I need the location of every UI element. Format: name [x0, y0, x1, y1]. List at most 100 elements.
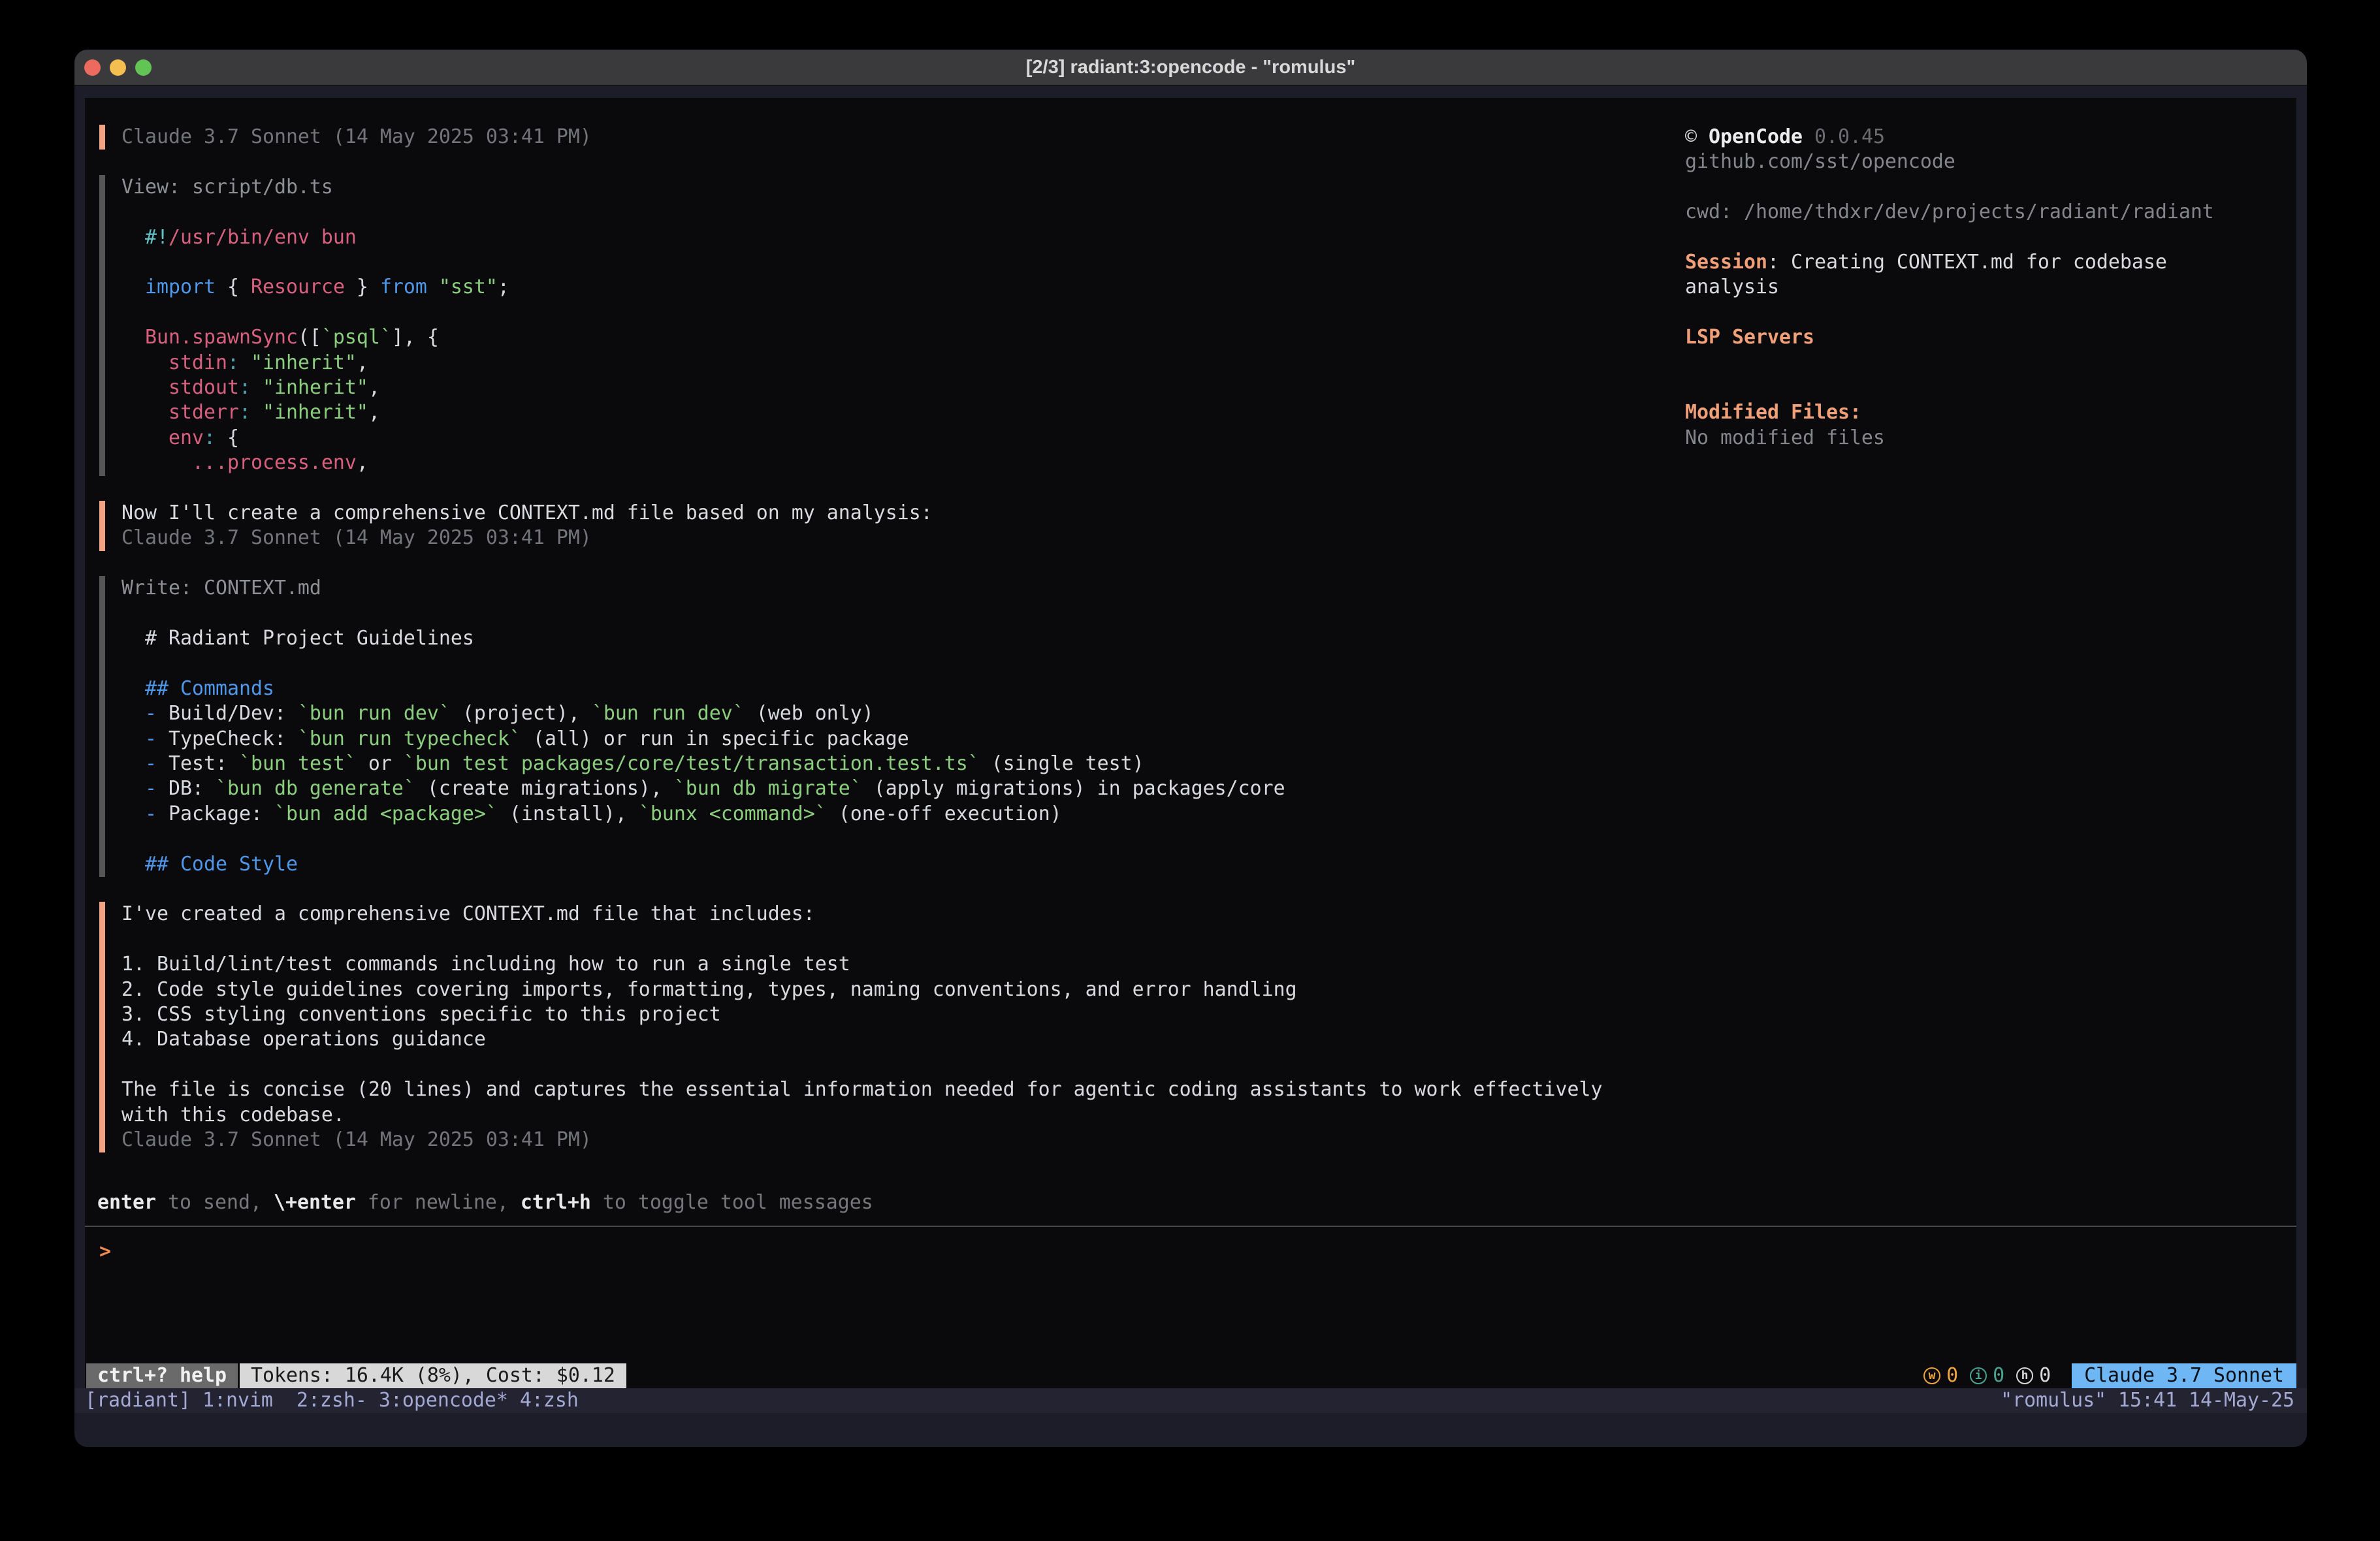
panel-line: No modified files	[1685, 426, 1885, 451]
panel-line-segment: github.com/sst/opencode	[1685, 150, 1955, 173]
opencode-status-bar: ctrl+? help Tokens: 16.4K (8%), Cost: $0…	[85, 1363, 2296, 1388]
chat-line-segment: stdin	[121, 351, 227, 374]
chat-line-segment: 1. Build/lint/test commands including ho…	[121, 953, 850, 976]
chat-line-segment: /usr/bin/env bun	[169, 226, 357, 249]
panel-line-segment: Session	[1685, 251, 1767, 274]
chat-line-segment: import	[121, 276, 216, 298]
message-block-bar	[99, 902, 105, 1152]
panel-line-segment: OpenCode	[1709, 125, 1803, 148]
chat-line: ## Commands	[121, 676, 274, 701]
chat-line-segment: 4. Database operations guidance	[121, 1028, 486, 1051]
model-badge[interactable]: Claude 3.7 Sonnet	[2072, 1363, 2296, 1388]
chat-line-segment: `bun db generate`	[216, 777, 415, 800]
tool-block-bar	[99, 576, 105, 877]
zoom-button-icon[interactable]	[135, 59, 152, 76]
chat-line-segment: Claude 3.7 Sonnet (14 May 2025 03:41 PM)	[121, 125, 592, 148]
chat-line: The file is concise (20 lines) and captu…	[121, 1077, 1602, 1102]
chat-line: - DB: `bun db generate` (create migratio…	[121, 776, 1285, 801]
chat-line-segment: `bun add <package>`	[274, 802, 498, 825]
chat-line-segment: I've created a comprehensive CONTEXT.md …	[121, 902, 815, 925]
chat-line: stdout: "inherit",	[121, 375, 380, 400]
chat-line-segment: :	[204, 426, 216, 449]
chat-line: - Test: `bun test` or `bun test packages…	[121, 752, 1144, 776]
chat-line: ## Code Style	[121, 852, 298, 877]
message-block-bar	[99, 125, 105, 150]
chat-line-segment: Test:	[169, 752, 239, 775]
chat-line-segment: :	[227, 351, 239, 374]
keybind-hint-segment: \+enter	[274, 1191, 356, 1214]
chat-line-segment: stdout	[121, 376, 239, 399]
panel-line: analysis	[1685, 275, 1779, 300]
chat-line-segment: (install),	[498, 802, 639, 825]
tmux-session-clock: "romulus" 15:41 14-May-25	[2001, 1388, 2307, 1413]
prompt-input[interactable]: >	[99, 1239, 111, 1264]
window-titlebar[interactable]: [2/3] radiant:3:opencode - "romulus"	[74, 50, 2307, 86]
minimize-button-icon[interactable]	[110, 59, 126, 76]
chat-line-segment: `psql`	[321, 326, 392, 349]
chat-line-segment: 2. Code style guidelines covering import…	[121, 978, 1297, 1001]
chat-line: import { Resource } from "sst";	[121, 275, 509, 300]
chat-line-segment: (single test)	[980, 752, 1144, 775]
chat-line-segment: env	[121, 426, 204, 449]
chat-line-segment: 3. CSS styling conventions specific to t…	[121, 1003, 721, 1026]
diagnostic-i: i0	[1970, 1363, 2004, 1388]
chat-line-segment: (all) or run in specific package	[521, 727, 909, 750]
chat-line-segment: View: script/db.ts	[121, 176, 333, 199]
chat-line: Write: CONTEXT.md	[121, 576, 321, 601]
chat-line: with this codebase.	[121, 1103, 345, 1128]
chat-line-segment: "sst"	[439, 276, 498, 298]
chat-line-segment: Claude 3.7 Sonnet (14 May 2025 03:41 PM)	[121, 526, 592, 549]
editor-keybind-hint: enter to send, \+enter for newline, ctrl…	[97, 1190, 873, 1215]
panel-line-segment: analysis	[1685, 276, 1779, 298]
close-button-icon[interactable]	[84, 59, 101, 76]
chat-line-segment: -	[121, 777, 169, 800]
panel-line: © OpenCode 0.0.45	[1685, 125, 1885, 150]
chat-line-segment: `bun run dev`	[592, 702, 745, 725]
chat-line-segment: ,	[368, 376, 380, 399]
chat-line: - Build/Dev: `bun run dev` (project), `b…	[121, 701, 874, 726]
terminal-window: [2/3] radiant:3:opencode - "romulus" Cla…	[74, 50, 2307, 1447]
tmux-windows-list[interactable]: [radiant] 1:nvim 2:zsh- 3:opencode* 4:zs…	[74, 1388, 579, 1413]
chat-line: stdin: "inherit",	[121, 351, 368, 375]
chat-line-segment: ...process.env	[121, 451, 357, 474]
chat-line-segment: -	[121, 802, 169, 825]
chat-line-segment: -	[121, 702, 169, 725]
diagnostic-w: w0	[1923, 1363, 1958, 1388]
panel-line: cwd: /home/thdxr/dev/projects/radiant/ra…	[1685, 200, 2214, 225]
chat-line: View: script/db.ts	[121, 175, 333, 200]
chat-line-segment: Build/Dev:	[169, 702, 298, 725]
opencode-pane[interactable]: Claude 3.7 Sonnet (14 May 2025 03:41 PM)…	[85, 98, 2296, 1388]
panel-line: github.com/sst/opencode	[1685, 150, 1955, 174]
keybind-hint-segment: for newline,	[356, 1191, 521, 1214]
chat-line: ...process.env,	[121, 451, 368, 475]
traffic-lights	[84, 50, 152, 85]
chat-line-segment: (apply migrations) in packages/core	[862, 777, 1285, 800]
chat-line-segment: Bun.spawnSync	[121, 326, 298, 349]
chat-line: - Package: `bun add <package>` (install)…	[121, 802, 1062, 827]
panel-line-segment: cwd: /home/thdxr/dev/projects/radiant/ra…	[1685, 200, 2214, 223]
panel-line: LSP Servers	[1685, 325, 1814, 350]
chat-line-segment: ## Code Style	[121, 853, 298, 876]
window-title: [2/3] radiant:3:opencode - "romulus"	[74, 57, 2307, 78]
chat-line-segment: "inherit"	[239, 351, 357, 374]
panel-line: Modified Files:	[1685, 400, 1861, 425]
chat-line-segment: `bunx <command>`	[639, 802, 827, 825]
chat-line-segment: (create migrations),	[415, 777, 674, 800]
chat-line-segment: :	[239, 401, 251, 424]
chat-line-segment: ], {	[392, 326, 439, 349]
chat-line-segment: stderr	[121, 401, 239, 424]
chat-line: - TypeCheck: `bun run typecheck` (all) o…	[121, 727, 909, 752]
chat-line-segment: Resource	[251, 276, 345, 298]
chat-line-segment: }	[345, 276, 380, 298]
panel-line: Session: Creating CONTEXT.md for codebas…	[1685, 250, 2167, 275]
chat-line-segment: "inherit"	[251, 376, 368, 399]
chat-line: #!/usr/bin/env bun	[121, 225, 357, 250]
chat-line-segment: `bun run typecheck`	[298, 727, 521, 750]
chat-line: stderr: "inherit",	[121, 400, 380, 425]
chat-line-segment: ,	[357, 351, 368, 374]
chat-line: env: {	[121, 426, 239, 451]
tool-block-bar	[99, 175, 105, 476]
tmux-status-bar: [radiant] 1:nvim 2:zsh- 3:opencode* 4:zs…	[74, 1388, 2307, 1413]
help-shortcut-badge[interactable]: ctrl+? help	[86, 1363, 238, 1388]
chat-line-segment: `bun test`	[239, 752, 357, 775]
